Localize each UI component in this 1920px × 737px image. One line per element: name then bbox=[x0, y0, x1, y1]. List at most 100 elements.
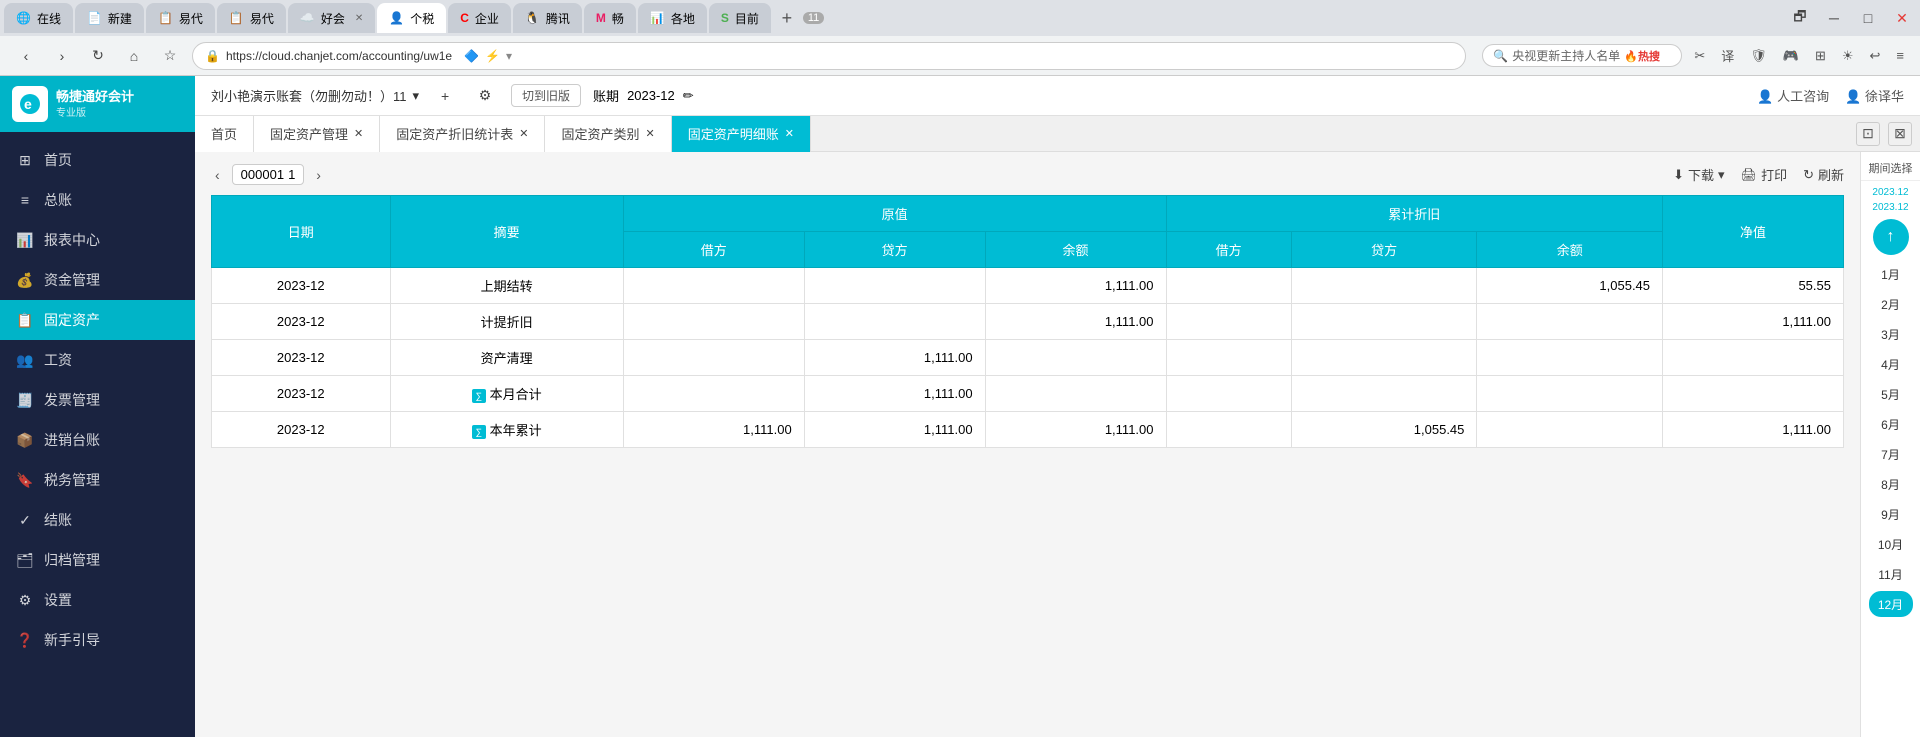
undo-icon[interactable]: ↩ bbox=[1866, 46, 1885, 66]
sidebar-item-closing[interactable]: ✓ 结账 bbox=[0, 500, 195, 540]
sidebar-item-archive[interactable]: 🗂 归档管理 bbox=[0, 540, 195, 580]
bookmark-btn[interactable]: ☆ bbox=[156, 42, 184, 70]
sidebar-item-salary-label: 工资 bbox=[44, 350, 72, 370]
home-btn[interactable]: ⌂ bbox=[120, 42, 148, 70]
period-month-1[interactable]: 1月 bbox=[1869, 261, 1913, 287]
browser-tab-yidai1[interactable]: 📋 易代 bbox=[146, 3, 215, 33]
scroll-top-btn[interactable]: ↑ bbox=[1873, 219, 1909, 255]
page-tab-detail-ledger[interactable]: 固定资产明细账 ✕ bbox=[672, 116, 811, 152]
cell-summary: 计提折旧 bbox=[390, 304, 623, 340]
refresh-ledger-btn[interactable]: ↻ 刷新 bbox=[1803, 165, 1844, 184]
browser-tab-zaixin[interactable]: 🌐 在线 bbox=[4, 3, 73, 33]
period-date-2[interactable]: 2023.12 bbox=[1870, 200, 1910, 215]
restore-btn[interactable]: 🗗 bbox=[1786, 4, 1814, 32]
cell-orig-balance bbox=[985, 340, 1166, 376]
page-tab-close-category[interactable]: ✕ bbox=[646, 127, 655, 140]
print-btn[interactable]: 🖨 打印 bbox=[1741, 165, 1788, 184]
sidebar-item-sales[interactable]: 📦 进销台账 bbox=[0, 420, 195, 460]
period-month-7[interactable]: 7月 bbox=[1869, 441, 1913, 467]
browser-tab-gedi[interactable]: 📊 各地 bbox=[638, 3, 707, 33]
new-tab-button[interactable]: + bbox=[773, 4, 801, 32]
cell-dep-debit bbox=[1166, 412, 1291, 448]
page-tab-close-fixed-mgmt[interactable]: ✕ bbox=[354, 127, 363, 140]
cell-orig-debit bbox=[623, 376, 804, 412]
sidebar-item-salary[interactable]: 👥 工资 bbox=[0, 340, 195, 380]
page-tab-home[interactable]: 首页 bbox=[195, 116, 254, 152]
cell-dep-debit bbox=[1166, 340, 1291, 376]
browser-tab-haohui[interactable]: ☁️ 好会 ✕ bbox=[288, 3, 375, 33]
page-tab-close-detail[interactable]: ✕ bbox=[785, 127, 794, 140]
game-icon[interactable]: 🎮 bbox=[1779, 46, 1803, 66]
browser-tab-tencent[interactable]: 🐧 腾讯 bbox=[513, 3, 582, 33]
switch-version-btn[interactable]: 切到旧版 bbox=[511, 84, 581, 107]
download-btn[interactable]: ⬇ 下载 ▾ bbox=[1673, 165, 1724, 184]
table-row: 2023-12 计提折旧 1,111.00 1,111.00 bbox=[212, 304, 1844, 340]
prev-page-btn[interactable]: ‹ bbox=[211, 165, 224, 185]
period-date-1[interactable]: 2023.12 bbox=[1870, 185, 1910, 200]
sidebar-item-fixed-assets[interactable]: 📋 固定资产 bbox=[0, 300, 195, 340]
tab-close-haohui[interactable]: ✕ bbox=[355, 13, 363, 24]
forward-btn[interactable]: › bbox=[48, 42, 76, 70]
maximize-btn[interactable]: □ bbox=[1854, 4, 1882, 32]
period-month-3[interactable]: 3月 bbox=[1869, 321, 1913, 347]
period-month-2[interactable]: 2月 bbox=[1869, 291, 1913, 317]
tab-collapse-btn[interactable]: ⊡ bbox=[1856, 122, 1880, 146]
next-page-btn[interactable]: › bbox=[312, 165, 325, 185]
user-avatar: 👤 徐译华 bbox=[1845, 86, 1904, 105]
menu-icon[interactable]: ≡ bbox=[1892, 46, 1908, 65]
period-month-8[interactable]: 8月 bbox=[1869, 471, 1913, 497]
sidebar-item-settings[interactable]: ⚙ 设置 bbox=[0, 580, 195, 620]
archive-menu-icon: 🗂 bbox=[16, 552, 34, 569]
period-month-12[interactable]: 12月 bbox=[1869, 591, 1913, 617]
browser-tab-yidai2[interactable]: 📋 易代 bbox=[217, 3, 286, 33]
sidebar-item-guide[interactable]: ❓ 新手引导 bbox=[0, 620, 195, 660]
scissors-icon[interactable]: ✂ bbox=[1690, 46, 1709, 66]
table-row: 2023-12 上期结转 1,111.00 1,055.45 55.55 bbox=[212, 268, 1844, 304]
page-input-value[interactable]: 000001 bbox=[241, 167, 284, 182]
url-bar[interactable]: 🔒 https://cloud.chanjet.com/accounting/u… bbox=[192, 42, 1466, 70]
grid-icon[interactable]: ⊞ bbox=[1811, 46, 1830, 66]
settings-topbar-btn[interactable]: ⚙ bbox=[471, 82, 499, 110]
browser-tab-chang[interactable]: M 畅 bbox=[584, 3, 636, 33]
sidebar-item-invoice[interactable]: 🧾 发票管理 bbox=[0, 380, 195, 420]
period-month-6[interactable]: 6月 bbox=[1869, 411, 1913, 437]
tab-expand-btn[interactable]: ⊠ bbox=[1888, 122, 1912, 146]
page-tab-close-dep-stats[interactable]: ✕ bbox=[519, 127, 528, 140]
cell-net-value bbox=[1663, 376, 1844, 412]
content-area: ‹ 000001 1 › ⬇ 下载 ▾ bbox=[195, 152, 1920, 737]
cell-orig-balance: 1,111.00 bbox=[985, 304, 1166, 340]
shield-icon[interactable]: 🛡 bbox=[1746, 46, 1771, 66]
translate-icon[interactable]: 译 bbox=[1717, 44, 1738, 67]
browser-tab-qiye[interactable]: C 企业 bbox=[448, 3, 511, 33]
period-month-9[interactable]: 9月 bbox=[1869, 501, 1913, 527]
period-month-5[interactable]: 5月 bbox=[1869, 381, 1913, 407]
period-month-4[interactable]: 4月 bbox=[1869, 351, 1913, 377]
add-account-btn[interactable]: + bbox=[431, 82, 459, 110]
page-tab-category-label: 固定资产类别 bbox=[561, 124, 639, 143]
period-edit-icon[interactable]: ✏ bbox=[683, 88, 694, 104]
back-btn[interactable]: ‹ bbox=[12, 42, 40, 70]
sidebar-item-reports[interactable]: 📊 报表中心 bbox=[0, 220, 195, 260]
period-month-10[interactable]: 10月 bbox=[1869, 531, 1913, 557]
company-selector[interactable]: 刘小艳演示账套（勿删勿动！）11 ▾ bbox=[211, 86, 419, 105]
refresh-browser-btn[interactable]: ↻ bbox=[84, 42, 112, 70]
page-tab-depreciation-stats[interactable]: 固定资产折旧统计表 ✕ bbox=[380, 116, 545, 152]
brightness-icon[interactable]: ☀ bbox=[1838, 46, 1858, 66]
sidebar-item-funds[interactable]: 💰 资金管理 bbox=[0, 260, 195, 300]
sidebar-item-tax-label: 税务管理 bbox=[44, 470, 100, 490]
browser-tab-muqian[interactable]: S 目前 bbox=[709, 3, 771, 33]
help-btn[interactable]: 👤 人工咨询 bbox=[1757, 86, 1829, 105]
browser-tab-geshui[interactable]: 👤 个税 bbox=[377, 3, 446, 33]
sidebar-item-ledger[interactable]: ≡ 总账 bbox=[0, 180, 195, 220]
period-month-11[interactable]: 11月 bbox=[1869, 561, 1913, 587]
page-tab-category[interactable]: 固定资产类别 ✕ bbox=[545, 116, 671, 152]
invoice-menu-icon: 🧾 bbox=[16, 392, 34, 409]
page-tab-fixed-mgmt[interactable]: 固定资产管理 ✕ bbox=[254, 116, 380, 152]
sidebar-item-tax[interactable]: 🔖 税务管理 bbox=[0, 460, 195, 500]
tab-icon: 🌐 bbox=[16, 11, 31, 25]
minimize-btn[interactable]: ─ bbox=[1820, 4, 1848, 32]
cell-orig-balance: 1,111.00 bbox=[985, 268, 1166, 304]
sidebar-item-home[interactable]: ⊞ 首页 bbox=[0, 140, 195, 180]
browser-tab-xinjian[interactable]: 📄 新建 bbox=[75, 3, 144, 33]
close-browser-btn[interactable]: ✕ bbox=[1888, 4, 1916, 32]
